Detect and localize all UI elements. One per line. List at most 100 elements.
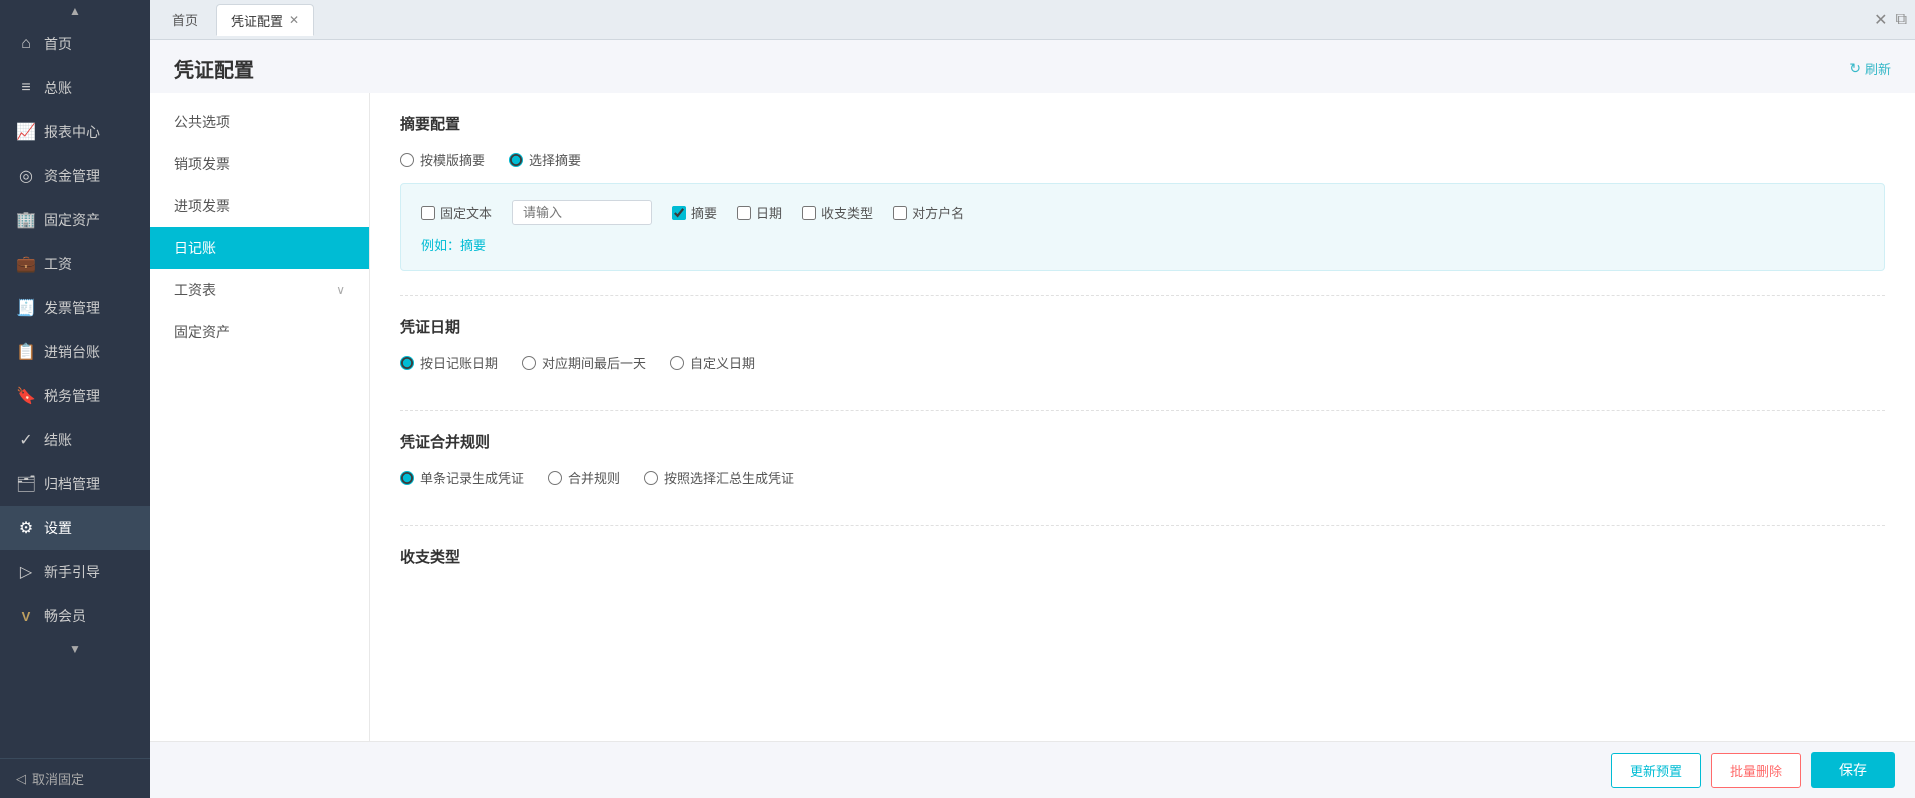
tab-close-icon[interactable]: ✕ [289, 13, 299, 27]
counterpart-checkbox[interactable]: 对方户名 [893, 203, 964, 222]
sidebar-item-archive[interactable]: 🗂 归档管理 [0, 462, 150, 506]
sidebar-item-label: 首页 [44, 34, 72, 54]
select-merge-label: 按照选择汇总生成凭证 [664, 468, 794, 487]
sidebar-unpin-button[interactable]: ◁ 取消固定 [0, 758, 150, 798]
save-button[interactable]: 保存 [1811, 752, 1895, 788]
custom-date-input[interactable] [670, 356, 684, 370]
fixed-text-checkbox[interactable]: 固定文本 [421, 203, 492, 222]
last-day-radio[interactable]: 对应期间最后一天 [522, 353, 646, 372]
left-nav-item-label: 进项发票 [174, 196, 230, 216]
update-preview-button[interactable]: 更新预置 [1611, 753, 1701, 788]
sidebar-item-label: 设置 [44, 518, 72, 538]
sidebar-scroll-down[interactable]: ▼ [0, 638, 150, 660]
payroll-icon: 💼 [16, 254, 36, 274]
custom-date-radio[interactable]: 自定义日期 [670, 353, 755, 372]
merge-rules-input[interactable] [548, 471, 562, 485]
template-summary-radio[interactable]: 按模版摘要 [400, 150, 485, 169]
ledger-icon: ≡ [16, 79, 36, 97]
fixed-text-input[interactable] [421, 206, 435, 220]
merge-rules-section: 凭证合并规则 单条记录生成凭证 合并规则 按照选择汇总生成凭证 [400, 431, 1885, 526]
page-content: 凭证配置 ↻ 刷新 公共选项 销项发票 进项发票 日记账 [150, 40, 1915, 798]
sidebar-item-label: 工资 [44, 254, 72, 274]
left-nav-item-diary[interactable]: 日记账 [150, 227, 369, 269]
by-diary-date-input[interactable] [400, 356, 414, 370]
tab-voucher-config[interactable]: 凭证配置 ✕ [216, 4, 314, 36]
summary-input[interactable] [672, 206, 686, 220]
chevron-down-icon: ∨ [336, 283, 345, 297]
sidebar: ▲ ⌂ 首页 ≡ 总账 📈 报表中心 ◎ 资金管理 🏢 固定资产 💼 工资 🧾 … [0, 0, 150, 798]
refresh-button[interactable]: ↻ 刷新 [1849, 59, 1891, 78]
left-nav-item-label: 销项发票 [174, 154, 230, 174]
sidebar-item-close[interactable]: ✓ 结账 [0, 418, 150, 462]
window-restore-icon[interactable]: ⧉ [1896, 11, 1907, 29]
left-nav-item-label: 工资表 [174, 280, 216, 300]
sidebar-item-assets[interactable]: 🏢 固定资产 [0, 198, 150, 242]
content-layout: 公共选项 销项发票 进项发票 日记账 工资表 ∨ 固定资产 [150, 93, 1915, 741]
report-icon: 📈 [16, 122, 36, 142]
template-summary-input[interactable] [400, 153, 414, 167]
sidebar-item-home[interactable]: ⌂ 首页 [0, 22, 150, 66]
sidebar-item-ledger[interactable]: ≡ 总账 [0, 66, 150, 110]
sidebar-item-label: 报表中心 [44, 122, 100, 142]
income-type-checkbox[interactable]: 收支类型 [802, 203, 873, 222]
tax-icon: 🔖 [16, 386, 36, 406]
select-summary-label: 选择摘要 [529, 150, 581, 169]
sidebar-item-inout[interactable]: 📋 进销台账 [0, 330, 150, 374]
voucher-date-title: 凭证日期 [400, 316, 1885, 337]
pin-icon: ◁ [16, 771, 26, 787]
archive-icon: 🗂 [16, 474, 36, 494]
income-type-section: 收支类型 [400, 546, 1885, 607]
bottom-bar: 更新预置 批量删除 保存 [150, 741, 1915, 798]
sidebar-item-label: 结账 [44, 430, 72, 450]
select-summary-input[interactable] [509, 153, 523, 167]
sidebar-item-label: 资金管理 [44, 166, 100, 186]
sidebar-item-member[interactable]: V 畅会员 [0, 594, 150, 638]
sidebar-item-label: 归档管理 [44, 474, 100, 494]
left-nav-item-purchase-invoice[interactable]: 进项发票 [150, 185, 369, 227]
guide-icon: ▷ [16, 562, 36, 582]
select-merge-radio[interactable]: 按照选择汇总生成凭证 [644, 468, 794, 487]
tab-home[interactable]: 首页 [158, 4, 212, 36]
sidebar-item-report[interactable]: 📈 报表中心 [0, 110, 150, 154]
sidebar-item-payroll[interactable]: 💼 工资 [0, 242, 150, 286]
single-record-radio[interactable]: 单条记录生成凭证 [400, 468, 524, 487]
sidebar-item-label: 发票管理 [44, 298, 100, 318]
left-nav-item-payroll-table[interactable]: 工资表 ∨ [150, 269, 369, 311]
select-merge-input[interactable] [644, 471, 658, 485]
single-record-label: 单条记录生成凭证 [420, 468, 524, 487]
income-type-input[interactable] [802, 206, 816, 220]
sidebar-scroll-up[interactable]: ▲ [0, 0, 150, 22]
single-record-input[interactable] [400, 471, 414, 485]
date-checkbox[interactable]: 日期 [737, 203, 782, 222]
by-diary-date-radio[interactable]: 按日记账日期 [400, 353, 498, 372]
voucher-date-radio-group: 按日记账日期 对应期间最后一天 自定义日期 [400, 353, 1885, 372]
left-nav-item-label: 日记账 [174, 238, 216, 258]
merge-rules-radio[interactable]: 合并规则 [548, 468, 620, 487]
sidebar-item-guide[interactable]: ▷ 新手引导 [0, 550, 150, 594]
summary-checkbox[interactable]: 摘要 [672, 203, 717, 222]
batch-delete-button[interactable]: 批量删除 [1711, 753, 1801, 788]
left-nav-item-public[interactable]: 公共选项 [150, 101, 369, 143]
select-summary-radio[interactable]: 选择摘要 [509, 150, 581, 169]
sidebar-item-label: 新手引导 [44, 562, 100, 582]
sidebar-item-tax[interactable]: 🔖 税务管理 [0, 374, 150, 418]
date-input[interactable] [737, 206, 751, 220]
summary-checkbox-row: 固定文本 摘要 日期 [421, 200, 1864, 225]
sidebar-item-invoice[interactable]: 🧾 发票管理 [0, 286, 150, 330]
tab-home-label: 首页 [172, 10, 198, 29]
refresh-label: 刷新 [1865, 59, 1891, 78]
last-day-input[interactable] [522, 356, 536, 370]
page-title: 凭证配置 [174, 54, 254, 83]
left-nav-item-fixed-assets[interactable]: 固定资产 [150, 311, 369, 353]
left-nav-item-sales-invoice[interactable]: 销项发票 [150, 143, 369, 185]
left-nav-item-label: 固定资产 [174, 322, 230, 342]
member-icon: V [16, 609, 36, 624]
sidebar-item-funds[interactable]: ◎ 资金管理 [0, 154, 150, 198]
template-summary-label: 按模版摘要 [420, 150, 485, 169]
fixed-text-field[interactable] [512, 200, 652, 225]
counterpart-input[interactable] [893, 206, 907, 220]
last-day-label: 对应期间最后一天 [542, 353, 646, 372]
window-close-icon[interactable]: ✕ [1874, 10, 1887, 30]
refresh-icon: ↻ [1849, 60, 1861, 77]
sidebar-item-settings[interactable]: ⚙ 设置 [0, 506, 150, 550]
